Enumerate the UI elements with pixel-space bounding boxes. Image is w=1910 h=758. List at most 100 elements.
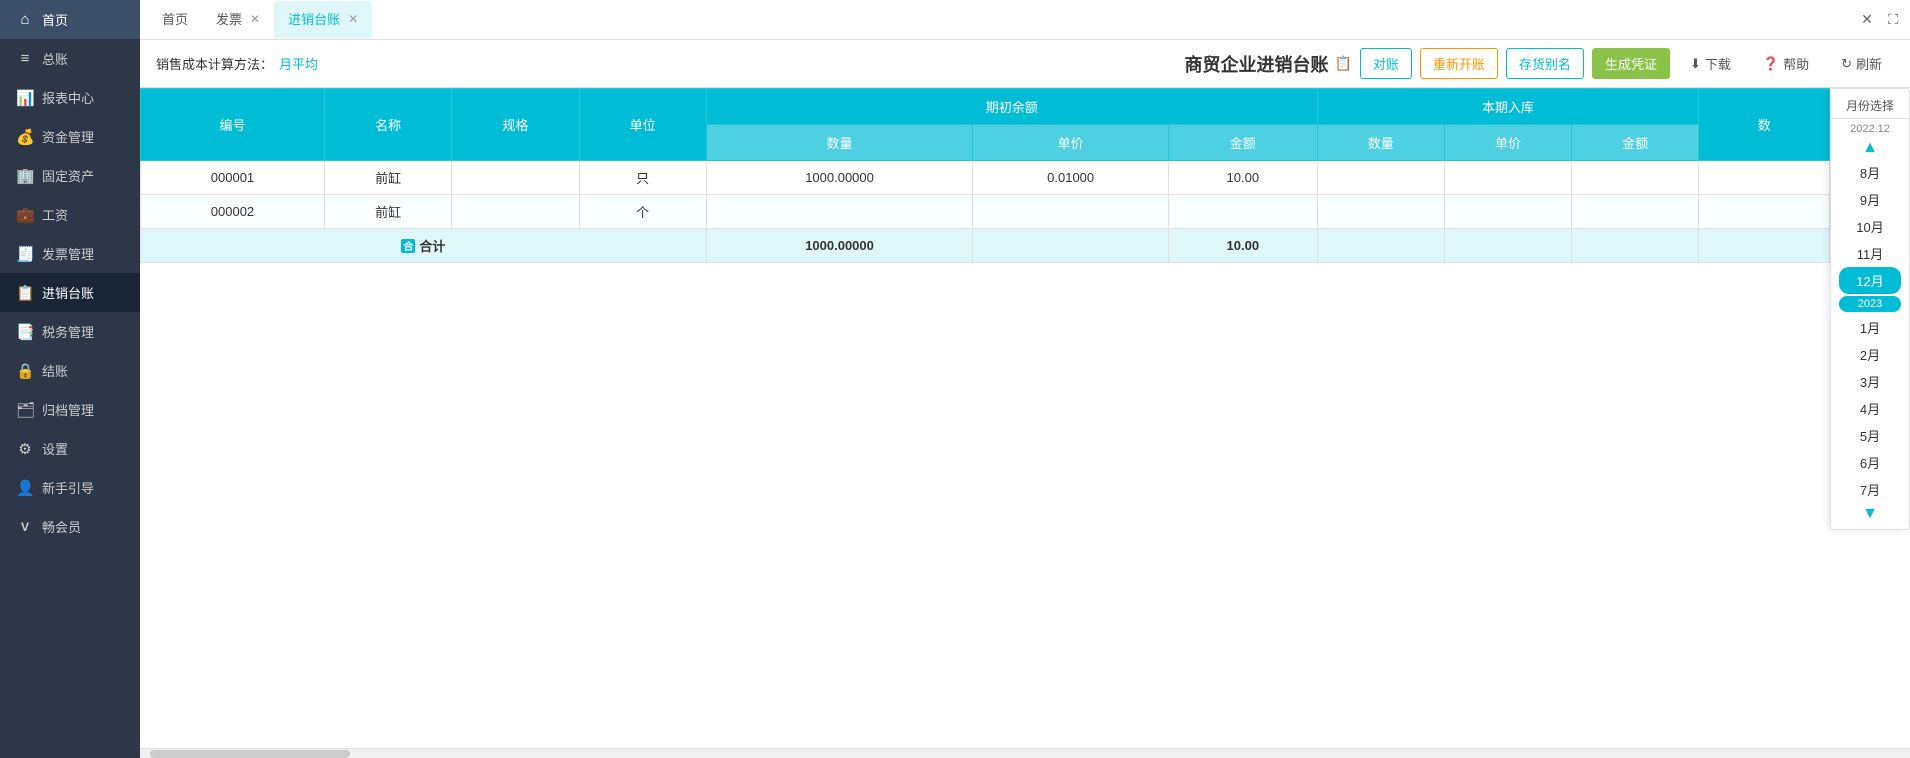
month-item-10[interactable]: 10月 (1831, 213, 1909, 240)
sidebar-item-ledger[interactable]: ≡ 总账 (0, 39, 140, 78)
th-spec: 规格 (452, 89, 579, 161)
month-item-7[interactable]: 7月 (1831, 476, 1909, 503)
cell-open-qty (706, 195, 972, 229)
month-selector-panel: 月份选择 2022.12 ▲ 8月 9月 10月 11月 12月 2023 1月… (1830, 88, 1910, 530)
table-row: 000002 前缸 个 (141, 195, 1830, 229)
sidebar-item-home[interactable]: ⌂ 首页 (0, 0, 140, 39)
sidebar-item-close[interactable]: 🔒 结账 (0, 351, 140, 390)
total-open-amount: 10.00 (1169, 229, 1318, 263)
month-item-4[interactable]: 4月 (1831, 395, 1909, 422)
total-in-amount (1572, 229, 1699, 263)
th-in-qty: 数量 (1317, 125, 1444, 161)
cell-extra (1699, 161, 1830, 195)
month-item-2[interactable]: 2月 (1831, 341, 1909, 368)
cell-open-amount: 10.00 (1169, 161, 1318, 195)
refresh-button[interactable]: ↻ 刷新 (1829, 49, 1894, 78)
month-next-button[interactable]: ▼ (1856, 505, 1884, 523)
close-account-icon: 🔒 (16, 362, 34, 380)
help-button[interactable]: ❓ 帮助 (1751, 49, 1821, 78)
sidebar-item-guide[interactable]: 👤 新手引导 (0, 468, 140, 507)
main-table: 编号 名称 规格 单位 期初余额 本期入库 数 数量 单价 金额 数量 单价 (140, 88, 1830, 263)
cell-name: 前缸 (324, 161, 451, 195)
total-extra (1699, 229, 1830, 263)
sidebar-item-assets[interactable]: 🏢 固定资产 (0, 156, 140, 195)
sidebar-item-archive[interactable]: 🗂 归档管理 (0, 390, 140, 429)
month-nav-up: ▲ (1831, 137, 1909, 159)
total-open-price (973, 229, 1169, 263)
tax-icon: 📑 (16, 323, 34, 341)
month-item-3[interactable]: 3月 (1831, 368, 1909, 395)
generate-voucher-button[interactable]: 生成凭证 (1592, 48, 1670, 79)
cell-code: 000002 (141, 195, 325, 229)
cell-code: 000001 (141, 161, 325, 195)
sidebar-item-reports[interactable]: 📊 报表中心 (0, 78, 140, 117)
total-label-cell: 合 合计 (141, 229, 707, 263)
tab-invoice[interactable]: 发票 ✕ (202, 1, 274, 38)
download-button[interactable]: ⬇ 下载 (1678, 49, 1743, 78)
sidebar-item-invoice-mgmt[interactable]: 🧾 发票管理 (0, 234, 140, 273)
month-item-11[interactable]: 11月 (1831, 240, 1909, 267)
month-item-1[interactable]: 1月 (1831, 314, 1909, 341)
month-prev-button[interactable]: ▲ (1856, 139, 1884, 157)
th-extra: 数 (1699, 89, 1830, 161)
sidebar-item-purchase-sales[interactable]: 📋 进销台账 (0, 273, 140, 312)
tab-close-invoice[interactable]: ✕ (250, 12, 260, 26)
horizontal-scrollbar[interactable] (140, 748, 1910, 758)
ledger-icon: ≡ (16, 50, 34, 67)
sidebar-item-funds[interactable]: 💰 资金管理 (0, 117, 140, 156)
table-header-row-1: 编号 名称 规格 单位 期初余额 本期入库 数 (141, 89, 1830, 125)
toolbar: 销售成本计算方法： 月平均 商贸企业进销台账 📋 对账 重新开账 存货别名 生成… (140, 40, 1910, 88)
cell-open-amount (1169, 195, 1318, 229)
th-unit: 单位 (579, 89, 706, 161)
sidebar-item-salary[interactable]: 💼 工资 (0, 195, 140, 234)
cell-extra (1699, 195, 1830, 229)
save-alias-button[interactable]: 存货别名 (1506, 48, 1584, 79)
tab-home[interactable]: 首页 (148, 1, 202, 38)
edit-title-icon[interactable]: 📋 (1334, 55, 1351, 72)
th-open-qty: 数量 (706, 125, 972, 161)
sidebar-item-tax[interactable]: 📑 税务管理 (0, 312, 140, 351)
table-row: 000001 前缸 只 1000.00000 0.01000 10.00 (141, 161, 1830, 195)
month-panel-title: 月份选择 (1831, 93, 1909, 119)
total-in-price (1444, 229, 1571, 263)
scrollbar-thumb[interactable] (150, 750, 350, 758)
th-current-in: 本期入库 (1317, 89, 1699, 125)
month-item-5[interactable]: 5月 (1831, 422, 1909, 449)
tab-close-purchase-sales[interactable]: ✕ (348, 12, 358, 26)
month-item-8[interactable]: 8月 (1831, 159, 1909, 186)
refresh-icon: ↻ (1841, 56, 1852, 72)
sidebar-item-vip[interactable]: V 畅会员 (0, 507, 140, 546)
total-icon: 合 (401, 239, 415, 253)
maximize-button[interactable]: ⛶ (1884, 11, 1902, 29)
salary-icon: 💼 (16, 206, 34, 224)
total-in-qty (1317, 229, 1444, 263)
th-open-price: 单价 (973, 125, 1169, 161)
reconcile-button[interactable]: 对账 (1360, 48, 1412, 79)
cell-open-price (973, 195, 1169, 229)
cell-in-price (1444, 195, 1571, 229)
total-open-qty: 1000.00000 (706, 229, 972, 263)
page-title: 商贸企业进销台账 📋 (1184, 51, 1351, 77)
cell-in-qty (1317, 161, 1444, 195)
settings-icon: ⚙ (16, 440, 34, 458)
cell-unit: 个 (579, 195, 706, 229)
month-item-12[interactable]: 12月 (1839, 267, 1901, 294)
table-total-row: 合 合计 1000.00000 10.00 (141, 229, 1830, 263)
tab-purchase-sales[interactable]: 进销台账 ✕ (274, 1, 372, 38)
year-2022-label: 2022.12 (1831, 121, 1909, 137)
month-item-6[interactable]: 6月 (1831, 449, 1909, 476)
assets-icon: 🏢 (16, 167, 34, 185)
year-2023-badge: 2023 (1839, 296, 1901, 312)
help-icon: ❓ (1763, 56, 1779, 72)
guide-icon: 👤 (16, 479, 34, 497)
reopen-button[interactable]: 重新开账 (1420, 48, 1498, 79)
cell-spec (452, 161, 579, 195)
download-icon: ⬇ (1690, 56, 1701, 72)
minimize-button[interactable]: ✕ (1858, 11, 1876, 29)
month-item-9[interactable]: 9月 (1831, 186, 1909, 213)
sidebar-item-settings[interactable]: ⚙ 设置 (0, 429, 140, 468)
th-in-amount: 金额 (1572, 125, 1699, 161)
cell-open-qty: 1000.00000 (706, 161, 972, 195)
archive-icon: 🗂 (16, 401, 34, 419)
window-controls: ✕ ⛶ (1858, 11, 1902, 29)
